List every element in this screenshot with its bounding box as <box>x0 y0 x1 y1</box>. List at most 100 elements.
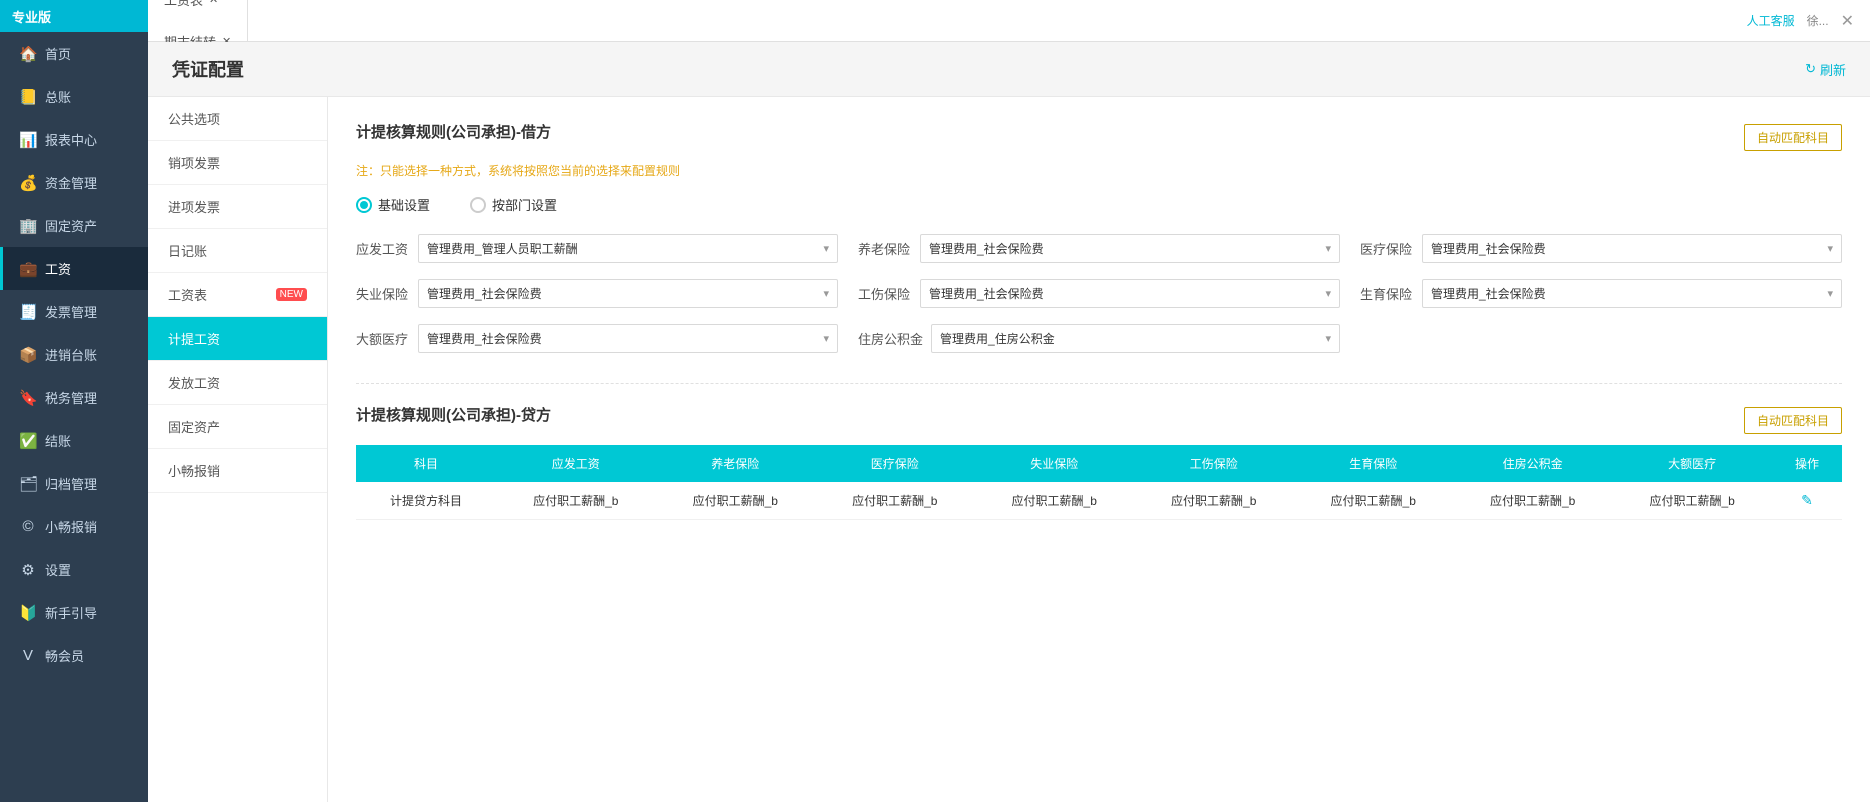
sidebar-item-invoice[interactable]: 🧾发票管理 <box>0 290 148 333</box>
topbar-right: 人工客服 徐... ✕ <box>1747 11 1870 31</box>
credit-cell-sybx2-0: 应付职工薪酬_b <box>1293 482 1452 520</box>
sidebar-label-tax: 税务管理 <box>45 388 97 407</box>
sidebar-icon-inventory: 📦 <box>19 346 37 364</box>
sidebar-label-guide: 新手引导 <box>45 603 97 622</box>
debit-field-label-ylbx2: 医疗保险 <box>1360 239 1414 258</box>
user-name: 徐... <box>1807 12 1829 29</box>
left-nav-item-fixed-assets[interactable]: 固定资产 <box>148 405 327 449</box>
sidebar-icon-reports: 📊 <box>19 131 37 149</box>
sidebar-item-inventory[interactable]: 📦 进销台账 <box>0 333 148 376</box>
credit-table-header: 科目应发工资养老保险医疗保险失业保险工伤保险生育保险住房公积金大额医疗操作 <box>356 445 1842 482</box>
debit-field-select-yfgz[interactable]: 管理费用_管理人员职工薪酬 ▾ <box>418 234 838 263</box>
debit-field-value-ylbx: 管理费用_社会保险费 <box>929 240 1321 257</box>
credit-col-header-5: 工伤保险 <box>1134 445 1293 482</box>
sidebar-item-assets[interactable]: 🏢固定资产 <box>0 204 148 247</box>
left-nav-label-public: 公共选项 <box>168 109 220 128</box>
right-content: 计提核算规则(公司承担)-借方 自动匹配科目 注：只能选择一种方式，系统将按照您… <box>328 97 1870 802</box>
sidebar-item-home[interactable]: 🏠 首页 <box>0 32 148 75</box>
radio-dept[interactable]: 按部门设置 <box>470 195 557 214</box>
credit-col-header-6: 生育保险 <box>1293 445 1452 482</box>
sidebar-item-capital[interactable]: 💰 资金管理 <box>0 161 148 204</box>
sidebar-label-reports: 报表中心 <box>45 130 97 149</box>
left-nav-item-petty-cash[interactable]: 小畅报销 <box>148 449 327 493</box>
debit-field-value-yfgz: 管理费用_管理人员职工薪酬 <box>427 240 819 257</box>
debit-section: 计提核算规则(公司承担)-借方 自动匹配科目 注：只能选择一种方式，系统将按照您… <box>356 121 1842 353</box>
debit-section-note: 注：只能选择一种方式，系统将按照您当前的选择来配置规则 <box>356 162 1842 179</box>
debit-field-select-gsbx[interactable]: 管理费用_社会保险费 ▾ <box>920 279 1340 308</box>
debit-field-select-ylbx2[interactable]: 管理费用_社会保险费 ▾ <box>1422 234 1842 263</box>
left-nav-item-public[interactable]: 公共选项 <box>148 97 327 141</box>
left-nav-item-payroll-table[interactable]: 工资表NEW <box>148 273 327 317</box>
radio-basic[interactable]: 基础设置 <box>356 195 430 214</box>
help-link[interactable]: 人工客服 <box>1747 12 1795 29</box>
debit-field-sybx: 失业保险 管理费用_社会保险费 ▾ <box>356 279 838 308</box>
refresh-button[interactable]: ↻ 刷新 <box>1805 60 1846 79</box>
debit-section-header: 计提核算规则(公司承担)-借方 自动匹配科目 <box>356 121 1842 154</box>
sidebar-item-reports[interactable]: 📊 报表中心 <box>0 118 148 161</box>
sidebar-label-ledger: 总账 <box>45 87 71 106</box>
debit-field-arrow-sybx: ▾ <box>823 287 829 300</box>
tab-close-payroll[interactable]: ✕ <box>209 0 218 6</box>
credit-cell-dale-0: 应付职工薪酬_b <box>1612 482 1771 520</box>
sidebar-icon-settings: ⚙ <box>19 561 37 579</box>
left-nav-item-purchase-invoice[interactable]: 进项发票 <box>148 185 327 229</box>
debit-field-select-ylbx[interactable]: 管理费用_社会保险费 ▾ <box>920 234 1340 263</box>
credit-col-header-7: 住房公积金 <box>1453 445 1612 482</box>
sidebar-label-member: 畅会员 <box>45 646 84 665</box>
sidebar-label-home: 首页 <box>45 44 71 63</box>
sidebar-item-settings[interactable]: ⚙设置 <box>0 548 148 591</box>
left-nav-item-journal[interactable]: 日记账 <box>148 229 327 273</box>
sidebar-icon-archive: 🗂 <box>19 475 37 493</box>
sidebar-item-tax[interactable]: 🔖税务管理 <box>0 376 148 419</box>
credit-cell-gsbx-0: 应付职工薪酬_b <box>1134 482 1293 520</box>
debit-field-arrow-ylbx: ▾ <box>1325 242 1331 255</box>
sidebar-item-xiaoReport[interactable]: ©小畅报销 <box>0 505 148 548</box>
credit-col-header-1: 应发工资 <box>496 445 655 482</box>
credit-auto-match-button[interactable]: 自动匹配科目 <box>1744 407 1842 434</box>
sidebar-icon-xiaoReport: © <box>19 518 37 535</box>
sidebar-icon-guide: 🔰 <box>19 604 37 622</box>
window-close-icon[interactable]: ✕ <box>1841 11 1854 31</box>
debit-field-arrow-gsbx: ▾ <box>1325 287 1331 300</box>
sidebar-icon-capital: 💰 <box>19 174 37 192</box>
credit-col-header-2: 养老保险 <box>656 445 815 482</box>
debit-field-select-sybx2[interactable]: 管理费用_社会保险费 ▾ <box>1422 279 1842 308</box>
sidebar-item-archive[interactable]: 🗂归档管理 <box>0 462 148 505</box>
debit-field-value-dale: 管理费用_社会保险费 <box>427 330 819 347</box>
debit-field-label-gsbx: 工伤保险 <box>858 284 912 303</box>
credit-cell-ylbx2-0: 应付职工薪酬_b <box>815 482 974 520</box>
sidebar-item-member[interactable]: V畅会员 <box>0 634 148 677</box>
sidebar-label-closing: 结账 <box>45 431 71 450</box>
tab-bar: 首页工资表✕期末结转✕凭证配置✕ 人工客服 徐... ✕ <box>148 0 1870 42</box>
sidebar-item-ledger[interactable]: 📒总账 <box>0 75 148 118</box>
credit-table-row-0: 计提贷方科目应付职工薪酬_b应付职工薪酬_b应付职工薪酬_b应付职工薪酬_b应付… <box>356 482 1842 520</box>
credit-section-header: 计提核算规则(公司承担)-贷方 自动匹配科目 <box>356 404 1842 437</box>
new-badge-payroll-table: NEW <box>276 288 307 301</box>
debit-field-select-sybx[interactable]: 管理费用_社会保险费 ▾ <box>418 279 838 308</box>
app-logo: 专业版 <box>0 0 148 32</box>
page-header: 凭证配置 ↻ 刷新 <box>148 42 1870 97</box>
debit-auto-match-button[interactable]: 自动匹配科目 <box>1744 124 1842 151</box>
sidebar-item-guide[interactable]: 🔰 新手引导 <box>0 591 148 634</box>
sidebar-item-closing[interactable]: ✅结账 <box>0 419 148 462</box>
debit-field-select-dale[interactable]: 管理费用_社会保险费 ▾ <box>418 324 838 353</box>
credit-col-header-8: 大额医疗 <box>1612 445 1771 482</box>
left-nav-item-sales-invoice[interactable]: 销项发票 <box>148 141 327 185</box>
left-nav-item-calc-salary[interactable]: 计提工资 <box>148 317 327 361</box>
sidebar-label-capital: 资金管理 <box>45 173 97 192</box>
left-nav-item-issue-salary[interactable]: 发放工资 <box>148 361 327 405</box>
content-layout: 公共选项销项发票进项发票日记账工资表NEW计提工资发放工资固定资产小畅报销 计提… <box>148 97 1870 802</box>
credit-edit-btn-0[interactable]: ✎ <box>1801 492 1813 508</box>
left-nav-label-issue-salary: 发放工资 <box>168 373 220 392</box>
tab-payroll[interactable]: 工资表✕ <box>148 0 248 21</box>
sidebar-icon-home: 🏠 <box>19 45 37 63</box>
section-divider <box>356 383 1842 384</box>
sidebar-item-salary[interactable]: 💼工资 <box>0 247 148 290</box>
credit-cell-sybx-0: 应付职工薪酬_b <box>974 482 1133 520</box>
credit-col-header-4: 失业保险 <box>974 445 1133 482</box>
left-nav-label-sales-invoice: 销项发票 <box>168 153 220 172</box>
debit-field-select-gjj[interactable]: 管理费用_住房公积金 ▾ <box>931 324 1340 353</box>
credit-section-title: 计提核算规则(公司承担)-贷方 <box>356 404 551 425</box>
sidebar-label-inventory: 进销台账 <box>45 345 97 364</box>
credit-col-header-0: 科目 <box>356 445 496 482</box>
